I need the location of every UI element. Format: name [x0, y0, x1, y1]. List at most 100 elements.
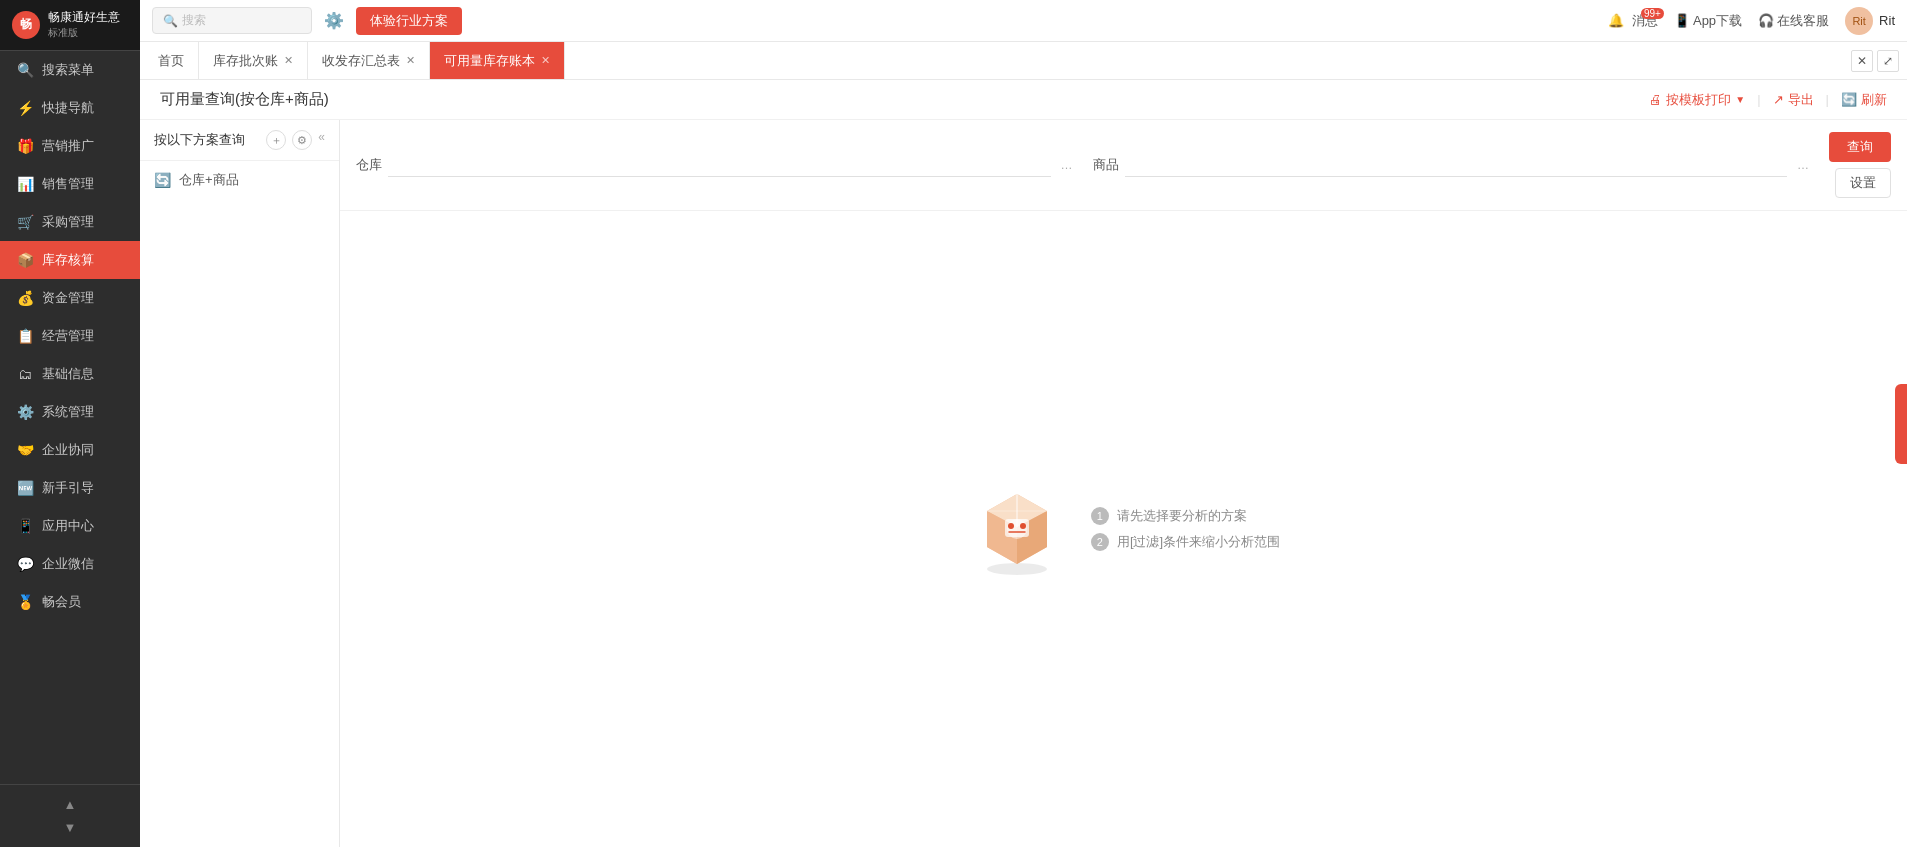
tab-batch-close[interactable]: ✕ — [284, 54, 293, 67]
tabs-controls: ✕ ⤢ — [1843, 50, 1907, 72]
sidebar-scroll-down-btn[interactable]: ▼ — [0, 816, 140, 839]
sidebar-logo: 畅 — [12, 11, 40, 39]
warehouse-input[interactable] — [388, 153, 1051, 177]
right-edge-slider[interactable] — [1895, 384, 1907, 464]
sidebar-item-inventory[interactable]: 📦 库存核算 — [0, 241, 140, 279]
sidebar-item-label: 企业微信 — [42, 555, 94, 573]
sidebar-item-enterprise[interactable]: 🤝 企业协同 — [0, 431, 140, 469]
sidebar-item-marketing[interactable]: 🎁 营销推广 — [0, 127, 140, 165]
topbar-settings-icon[interactable]: ⚙️ — [320, 7, 348, 34]
tip-text-1: 请先选择要分析的方案 — [1117, 507, 1247, 525]
filter-collapse-button[interactable]: « — [318, 130, 325, 150]
gear-icon: ⚙️ — [16, 404, 34, 420]
sidebar-brand: 畅康通好生意 标准版 — [48, 10, 120, 40]
sidebar-item-finance[interactable]: 💰 资金管理 — [0, 279, 140, 317]
empty-cube-illustration — [967, 479, 1067, 579]
headset-icon: 🎧 — [1758, 13, 1774, 28]
page-header-actions: 🖨 按模板打印 ▼ | ↗ 导出 | 🔄 刷新 — [1649, 91, 1887, 109]
sidebar-item-appcenter[interactable]: 📱 应用中心 — [0, 507, 140, 545]
tab-home[interactable]: 首页 — [144, 42, 199, 79]
sidebar-item-label: 库存核算 — [42, 251, 94, 269]
sidebar-item-label: 应用中心 — [42, 517, 94, 535]
bell-icon: 🔔 — [1608, 13, 1624, 28]
sidebar-item-sales[interactable]: 📊 销售管理 — [0, 165, 140, 203]
cycle-icon: 🔄 — [154, 172, 171, 188]
filter-settings-button[interactable]: ⚙ — [292, 130, 312, 150]
query-button[interactable]: 查询 — [1829, 132, 1891, 162]
sidebar-item-system[interactable]: ⚙️ 系统管理 — [0, 393, 140, 431]
user-profile[interactable]: Rit Rit — [1845, 7, 1895, 35]
sidebar-item-basic[interactable]: 🗂 基础信息 — [0, 355, 140, 393]
sidebar-item-label: 经营管理 — [42, 327, 94, 345]
goods-more-button[interactable]: … — [1793, 158, 1813, 172]
tab-batch-label: 库存批次账 — [213, 52, 278, 70]
search-icon: 🔍 — [163, 14, 178, 28]
notification-badge[interactable]: 🔔 99+ 消息 — [1608, 12, 1658, 30]
tab-summary[interactable]: 收发存汇总表 ✕ — [308, 42, 430, 79]
industry-solution-button[interactable]: 体验行业方案 — [356, 7, 462, 35]
search-placeholder: 搜索 — [182, 12, 206, 29]
tip-text-2: 用[过滤]条件来缩小分析范围 — [1117, 533, 1280, 551]
sidebar-item-label: 系统管理 — [42, 403, 94, 421]
filter-panel: 按以下方案查询 ＋ ⚙ « 🔄 仓库+商品 — [140, 120, 340, 847]
filter-item-warehouse-goods[interactable]: 🔄 仓库+商品 — [140, 161, 339, 199]
tab-close-button[interactable]: ✕ — [1851, 50, 1873, 72]
topbar-right: 🔔 99+ 消息 📱 App下载 🎧 在线客服 Rit Rit — [1608, 7, 1895, 35]
sidebar-item-newguide[interactable]: 🆕 新手引导 — [0, 469, 140, 507]
tab-summary-close[interactable]: ✕ — [406, 54, 415, 67]
sidebar-item-shortcut[interactable]: ⚡ 快捷导航 — [0, 89, 140, 127]
sidebar-item-label: 畅会员 — [42, 593, 81, 611]
goods-label: 商品 — [1093, 156, 1119, 174]
query-filters: 仓库 … 商品 … 查询 设置 — [340, 120, 1907, 211]
goods-input[interactable] — [1125, 153, 1788, 177]
box-icon: 📦 — [16, 252, 34, 268]
chevron-down-icon: ▼ — [1735, 94, 1745, 105]
refresh-button[interactable]: 🔄 刷新 — [1841, 91, 1887, 109]
warehouse-more-button[interactable]: … — [1057, 158, 1077, 172]
sidebar-item-search[interactable]: 🔍 搜索菜单 — [0, 51, 140, 89]
print-template-button[interactable]: 🖨 按模板打印 ▼ — [1649, 91, 1745, 109]
sidebar-scroll-up-btn[interactable]: ▲ — [0, 793, 140, 816]
empty-tips: 1 请先选择要分析的方案 2 用[过滤]条件来缩小分析范围 — [1091, 507, 1280, 551]
export-icon: ↗ — [1773, 92, 1784, 107]
warehouse-label: 仓库 — [356, 156, 382, 174]
export-button[interactable]: ↗ 导出 — [1773, 91, 1814, 109]
avatar: Rit — [1845, 7, 1873, 35]
app-download-label: App下载 — [1693, 12, 1742, 30]
sidebar-nav: 🔍 搜索菜单 ⚡ 快捷导航 🎁 营销推广 📊 销售管理 🛒 采购管理 📦 库存核… — [0, 51, 140, 784]
tab-expand-button[interactable]: ⤢ — [1877, 50, 1899, 72]
sidebar-item-member[interactable]: 🏅 畅会员 — [0, 583, 140, 621]
filter-add-button[interactable]: ＋ — [266, 130, 286, 150]
refresh-icon: 🔄 — [1841, 92, 1857, 107]
sidebar-item-label: 新手引导 — [42, 479, 94, 497]
topbar-search-box[interactable]: 🔍 搜索 — [152, 7, 312, 34]
svg-point-0 — [987, 563, 1047, 575]
sidebar-item-label: 销售管理 — [42, 175, 94, 193]
page-header: 可用量查询(按仓库+商品) 🖨 按模板打印 ▼ | ↗ 导出 | 🔄 刷新 — [140, 80, 1907, 120]
goods-filter-field: 商品 … — [1093, 153, 1814, 177]
sidebar-item-label: 资金管理 — [42, 289, 94, 307]
tab-available-close[interactable]: ✕ — [541, 54, 550, 67]
sidebar-item-operations[interactable]: 📋 经营管理 — [0, 317, 140, 355]
filter-header-icons: ＋ ⚙ « — [266, 130, 325, 150]
warehouse-filter-field: 仓库 … — [356, 153, 1077, 177]
folder-icon: 🗂 — [16, 366, 34, 382]
topbar: 🔍 搜索 ⚙️ 体验行业方案 🔔 99+ 消息 📱 App下载 🎧 在线客服 R… — [140, 0, 1907, 42]
tab-available[interactable]: 可用量库存账本 ✕ — [430, 42, 565, 79]
app-download-link[interactable]: 📱 App下载 — [1674, 12, 1742, 30]
action-divider-1: | — [1757, 92, 1760, 107]
clipboard-icon: 📋 — [16, 328, 34, 344]
settings-button[interactable]: 设置 — [1835, 168, 1891, 198]
lightning-icon: ⚡ — [16, 100, 34, 116]
export-label: 导出 — [1788, 91, 1814, 109]
sidebar-item-purchase[interactable]: 🛒 采购管理 — [0, 203, 140, 241]
sidebar-item-wechat[interactable]: 💬 企业微信 — [0, 545, 140, 583]
tab-home-label: 首页 — [158, 52, 184, 70]
content-area: 按以下方案查询 ＋ ⚙ « 🔄 仓库+商品 仓库 … — [140, 120, 1907, 847]
online-support-link[interactable]: 🎧 在线客服 — [1758, 12, 1829, 30]
money-icon: 💰 — [16, 290, 34, 306]
tab-batch[interactable]: 库存批次账 ✕ — [199, 42, 308, 79]
page-title: 可用量查询(按仓库+商品) — [160, 90, 329, 109]
printer-icon: 🖨 — [1649, 92, 1662, 107]
empty-state: 1 请先选择要分析的方案 2 用[过滤]条件来缩小分析范围 — [340, 211, 1907, 847]
